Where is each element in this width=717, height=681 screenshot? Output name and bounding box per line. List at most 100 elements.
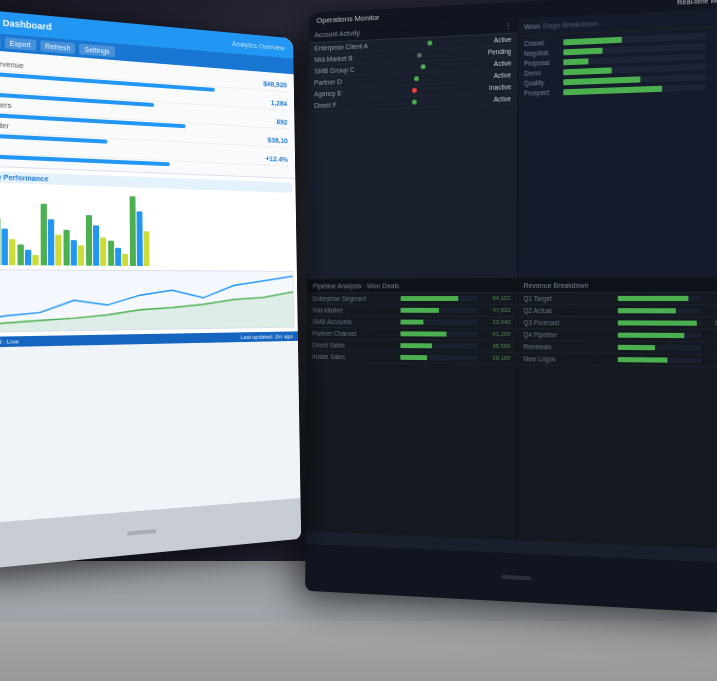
bar-group	[108, 241, 128, 266]
right-monitor-logo	[501, 575, 531, 581]
right-monitor-screen: Operations Monitor Real-time Metrics Acc…	[305, 0, 717, 563]
green-bar-fill	[563, 85, 663, 95]
row-value: 1,284	[234, 96, 287, 108]
bottom-bar-fill	[400, 354, 427, 359]
bar-green	[41, 204, 47, 266]
bar-lime	[9, 239, 15, 265]
status-dot-green	[421, 64, 426, 69]
bottom-bar-fill	[618, 332, 684, 338]
bottom-bar-track	[400, 331, 477, 336]
line-chart-svg	[0, 270, 293, 332]
status-dot-green	[412, 100, 417, 105]
bar-blue	[71, 240, 77, 266]
bottom-bar-fill	[618, 308, 676, 313]
bar-blue	[137, 211, 143, 266]
right-subtitle: Real-time Metrics	[677, 0, 717, 6]
bar-blue	[93, 225, 99, 265]
bottom-left-panel: Pipeline Analysis · Won Deals Enterprise…	[306, 279, 517, 541]
row-value: $48,920	[234, 77, 287, 89]
bottom-right-title: Revenue Breakdown	[523, 281, 588, 288]
top-right-panel: Won Stage Breakdown Closed 42% Negotiat.	[518, 8, 717, 278]
bar-blue	[1, 229, 7, 266]
bottom-panel-title: Pipeline Analysis · Won Deals	[313, 282, 399, 289]
bottom-panel-header: Revenue Breakdown	[518, 278, 717, 293]
bottom-panel-header: Pipeline Analysis · Won Deals	[307, 279, 516, 293]
bar-lime	[122, 254, 128, 266]
status-left: Connected · Live	[0, 338, 19, 345]
bottom-bar-track	[618, 308, 701, 313]
bar-blue	[25, 250, 31, 266]
bottom-bar-fill	[400, 319, 423, 324]
bottom-bar-track	[400, 319, 477, 324]
bottom-bar-fill	[618, 320, 697, 325]
bar-blue	[48, 219, 54, 265]
left-chart-area: Monthly Performance	[0, 166, 298, 337]
left-monitor: Sales Dashboard Analytics Overview Filte…	[0, 8, 301, 571]
status-dot-red	[412, 88, 417, 93]
bottom-row: Q1 Target 92,400	[517, 292, 717, 304]
bottom-bar-track	[618, 344, 701, 350]
bar-group	[86, 215, 106, 266]
bottom-bar-fill	[400, 296, 458, 301]
bar-lime	[100, 237, 106, 265]
bottom-bar-track	[400, 296, 477, 301]
left-monitor-logo	[127, 529, 157, 536]
export-button[interactable]: Export	[4, 37, 36, 51]
left-title: Sales Dashboard	[0, 15, 52, 32]
bar-green	[18, 244, 24, 265]
right-monitor: Operations Monitor Real-time Metrics Acc…	[305, 0, 717, 614]
status-dot-green	[428, 40, 433, 45]
bottom-bar-fill	[400, 331, 446, 336]
line-chart	[0, 269, 294, 333]
green-bar-track	[563, 84, 706, 95]
green-bars-chart: Closed 42% Negotiat. 28% P	[518, 26, 717, 101]
bottom-row: Enterprise Segment 84,121	[307, 293, 516, 305]
bar-green	[108, 241, 114, 266]
panel-icon: ⋮	[504, 22, 511, 30]
bar-green	[63, 230, 69, 266]
bar-lime	[144, 231, 150, 266]
right-grid: Account Activity ⋮ Enterprise Client A A…	[306, 8, 717, 550]
bottom-bar-fill	[618, 357, 668, 363]
won-label: Won	[524, 22, 540, 32]
bar-group	[41, 204, 62, 266]
bottom-bar-fill	[400, 307, 438, 312]
bar-group	[130, 196, 150, 266]
refresh-button[interactable]: Refresh	[40, 40, 75, 54]
bottom-row: New Logos 61,800	[517, 353, 717, 368]
bar-green	[86, 215, 92, 266]
bottom-bar-fill	[618, 295, 689, 300]
left-monitor-screen: Sales Dashboard Analytics Overview Filte…	[0, 8, 300, 525]
bottom-bar-fill	[400, 343, 432, 348]
bottom-row: Inside Sales 29,100	[307, 351, 517, 365]
panel-title: Account Activity	[314, 29, 359, 39]
bar-group	[18, 244, 39, 265]
row-value: 892	[234, 115, 287, 127]
bottom-bar-track	[618, 320, 701, 325]
bar-green	[130, 196, 136, 266]
bar-group	[0, 218, 15, 265]
status-dot-green	[414, 76, 419, 81]
green-bar-fill	[563, 36, 622, 45]
green-bar-fill	[563, 47, 602, 55]
bottom-row: SMB Accounts 23,940	[307, 316, 516, 329]
right-title: Operations Monitor	[316, 13, 379, 25]
left-subtitle: Analytics Overview	[232, 40, 284, 51]
bottom-bar-track	[618, 332, 701, 338]
settings-button[interactable]: Settings	[79, 43, 114, 57]
bar-lime	[32, 255, 38, 265]
bottom-bar-track	[618, 357, 701, 363]
status-right: Last updated: 2m ago	[241, 333, 293, 340]
bar-lime	[78, 245, 84, 265]
row-value: $38.10	[234, 134, 287, 145]
bottom-row: Q2 Actual 78,200	[517, 305, 717, 318]
green-bar-fill	[563, 67, 612, 75]
green-bar-fill	[563, 58, 588, 65]
won-subtitle: Stage Breakdown	[542, 20, 597, 30]
bottom-bar-track	[400, 354, 477, 360]
bottom-right-panel: Revenue Breakdown Q1 Target 92,400 Q2 Ac…	[517, 278, 717, 550]
bar-lime	[55, 235, 61, 266]
status-dot-gray	[417, 53, 422, 58]
bar-chart	[0, 185, 293, 271]
row-value: +12.4%	[235, 153, 288, 164]
